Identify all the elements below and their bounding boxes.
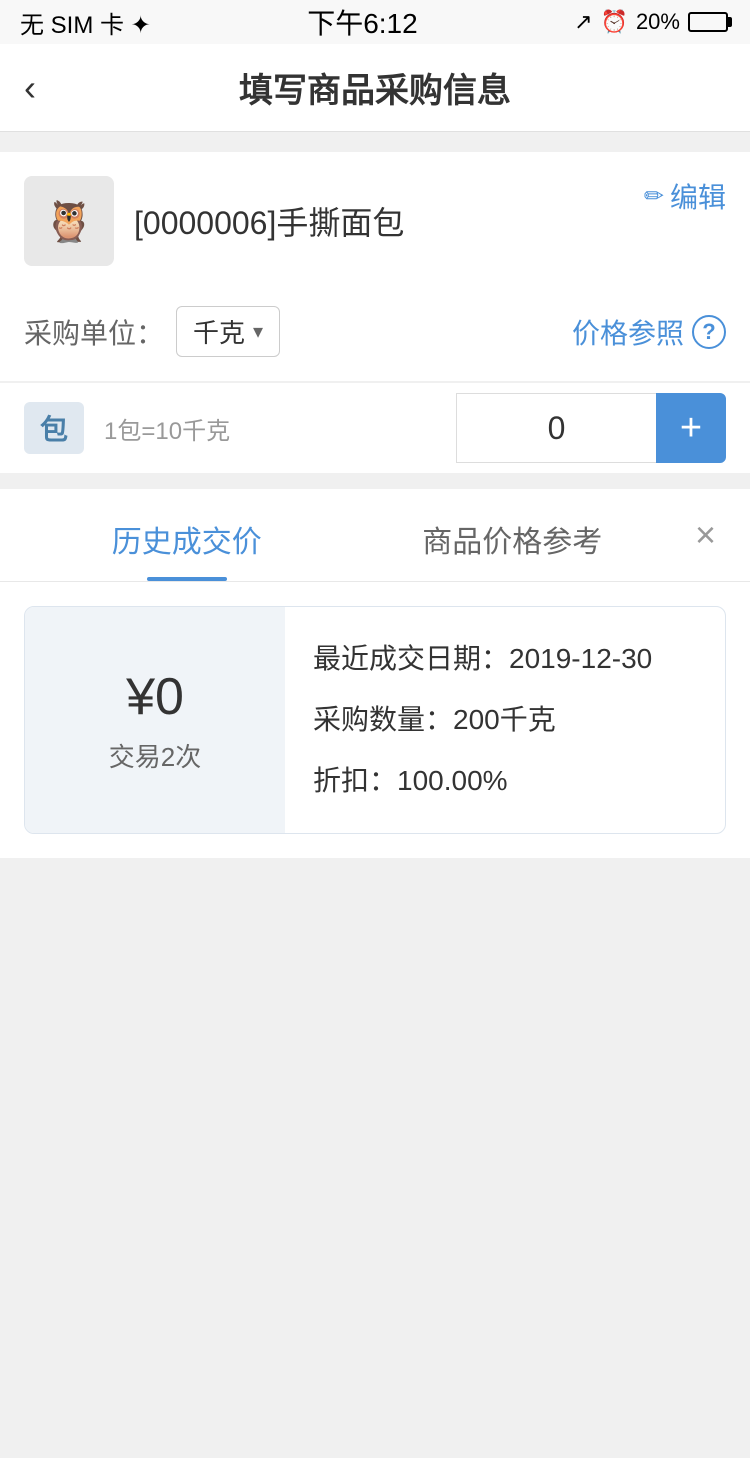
status-time: 下午6:12 (307, 2, 418, 42)
price-ref-label: 价格参照 (572, 312, 684, 352)
sim-label: 无 SIM 卡 ✦ (20, 5, 151, 40)
product-name: [0000006]手撕面包 (134, 198, 404, 244)
unit-value: 千克 (193, 313, 245, 350)
product-unit-row: 采购单位： 千克 ▾ 价格参照 ? (24, 286, 726, 381)
quantity-label: 采购数量： (313, 704, 453, 735)
unit-arrow-icon: ▾ (253, 319, 263, 344)
product-owl-icon: 🦉 (44, 198, 94, 245)
price-ref-button[interactable]: 价格参照 ? (572, 312, 726, 352)
edit-button[interactable]: ✏ 编辑 (644, 176, 726, 216)
product-card: 🦉 [0000006]手撕面包 ✏ 编辑 采购单位： 千克 ▾ 价格参照 ? (0, 152, 750, 381)
nav-bar: ‹ 填写商品采购信息 (0, 44, 750, 132)
price-content: ¥0 交易2次 最近成交日期：2019-12-30 采购数量：200千克 折扣：… (0, 582, 750, 858)
tab-panel: 历史成交价 商品价格参考 × ¥0 交易2次 最近成交日期：2019-12-30… (0, 489, 750, 858)
price-ref-icon: ? (692, 315, 726, 349)
price-discount-row: 折扣：100.00% (313, 759, 697, 804)
qty-unit-tag: 包 (24, 402, 84, 454)
battery-percent: 20% (636, 9, 680, 35)
recent-date-value: 2019-12-30 (509, 643, 652, 674)
price-card: ¥0 交易2次 最近成交日期：2019-12-30 采购数量：200千克 折扣：… (24, 606, 726, 834)
edit-icon: ✏ (644, 182, 664, 211)
quantity-value: 200千克 (453, 704, 556, 735)
product-top-row: 🦉 [0000006]手撕面包 ✏ 编辑 (24, 176, 726, 266)
status-bar: 无 SIM 卡 ✦ 下午6:12 ↗ ⏰ 20% (0, 0, 750, 44)
qty-input-area: + (456, 393, 726, 463)
status-left: 无 SIM 卡 ✦ (20, 5, 151, 40)
product-left: 🦉 [0000006]手撕面包 (24, 176, 404, 266)
recent-date-label: 最近成交日期： (313, 643, 509, 674)
battery-icon (688, 12, 730, 32)
qty-plus-button[interactable]: + (656, 393, 726, 463)
price-right-panel: 最近成交日期：2019-12-30 采购数量：200千克 折扣：100.00% (285, 607, 725, 833)
quantity-section: 包 1包=10千克 + (0, 383, 750, 473)
tab-bar: 历史成交价 商品价格参考 × (0, 489, 750, 582)
qty-input[interactable] (456, 393, 656, 463)
page-title: 填写商品采购信息 (239, 63, 511, 112)
price-left-panel: ¥0 交易2次 (25, 607, 285, 833)
price-qty-row: 采购数量：200千克 (313, 698, 697, 743)
tab-price-ref[interactable]: 商品价格参考 (349, 489, 674, 581)
tab-history-price[interactable]: 历史成交价 (24, 489, 349, 581)
back-button[interactable]: ‹ (24, 67, 36, 109)
status-right: ↗ ⏰ 20% (574, 9, 730, 35)
discount-value: 100.00% (397, 765, 508, 796)
unit-select[interactable]: 千克 ▾ (176, 306, 280, 357)
location-icon: ↗ (574, 9, 592, 35)
tab-close-button[interactable]: × (675, 494, 726, 576)
price-trades: 交易2次 (109, 737, 201, 774)
product-thumbnail: 🦉 (24, 176, 114, 266)
unit-label: 采购单位： (24, 312, 164, 352)
qty-unit-desc: 1包=10千克 (104, 411, 436, 446)
footer-space (0, 858, 750, 1458)
edit-label: 编辑 (670, 176, 726, 216)
alarm-icon: ⏰ (601, 9, 628, 35)
discount-label: 折扣： (313, 765, 397, 796)
price-amount: ¥0 (126, 667, 184, 727)
price-date-row: 最近成交日期：2019-12-30 (313, 637, 697, 682)
